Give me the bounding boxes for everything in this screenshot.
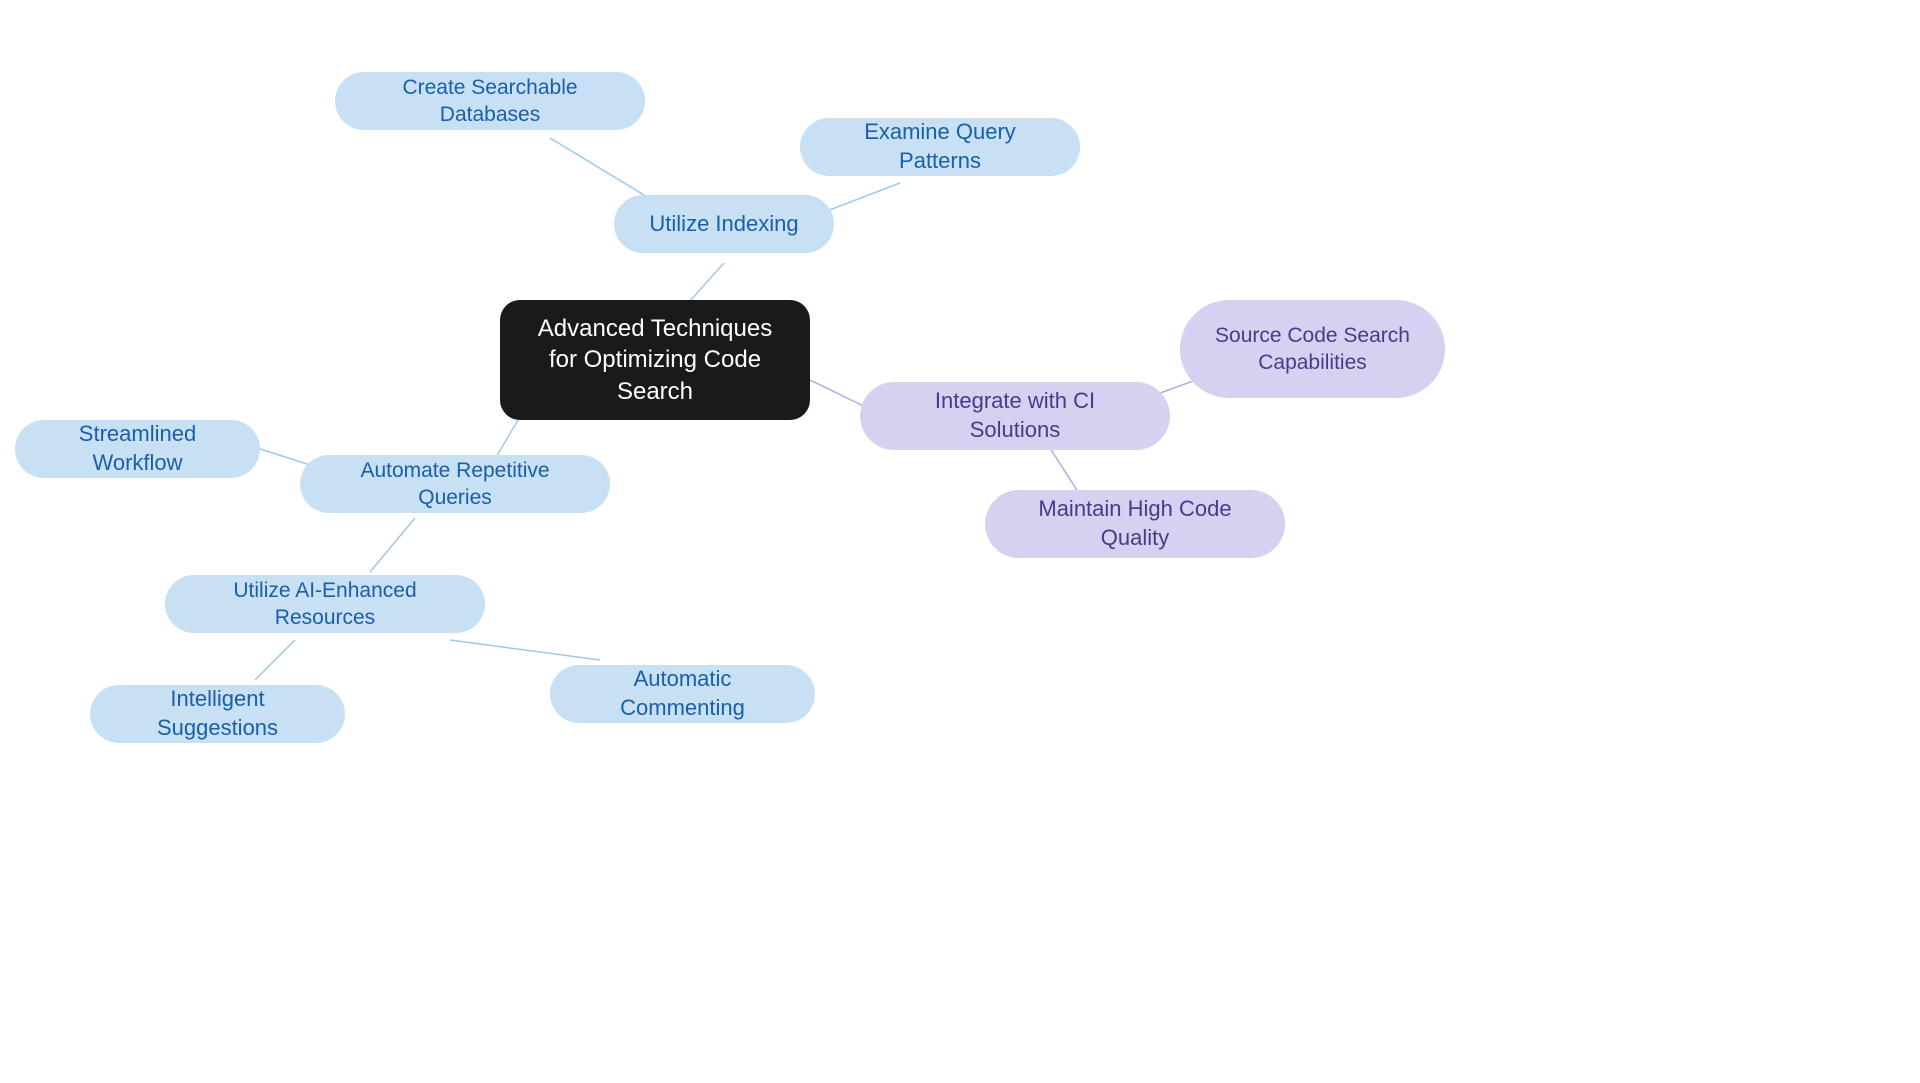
integrate-ci-solutions-node: Integrate with CI Solutions: [860, 382, 1170, 450]
automate-repetitive-queries-node: Automate Repetitive Queries: [300, 455, 610, 513]
automatic-commenting-node: Automatic Commenting: [550, 665, 815, 723]
examine-query-patterns-node: Examine Query Patterns: [800, 118, 1080, 176]
utilize-ai-enhanced-resources-node: Utilize AI-Enhanced Resources: [165, 575, 485, 633]
center-node: Advanced Techniques for Optimizing Code …: [500, 300, 810, 420]
source-code-search-capabilities-node: Source Code Search Capabilities: [1180, 300, 1445, 398]
create-searchable-databases-node: Create Searchable Databases: [335, 72, 645, 130]
utilize-indexing-node: Utilize Indexing: [614, 195, 834, 253]
maintain-high-code-quality-node: Maintain High Code Quality: [985, 490, 1285, 558]
intelligent-suggestions-node: Intelligent Suggestions: [90, 685, 345, 743]
streamlined-workflow-node: Streamlined Workflow: [15, 420, 260, 478]
